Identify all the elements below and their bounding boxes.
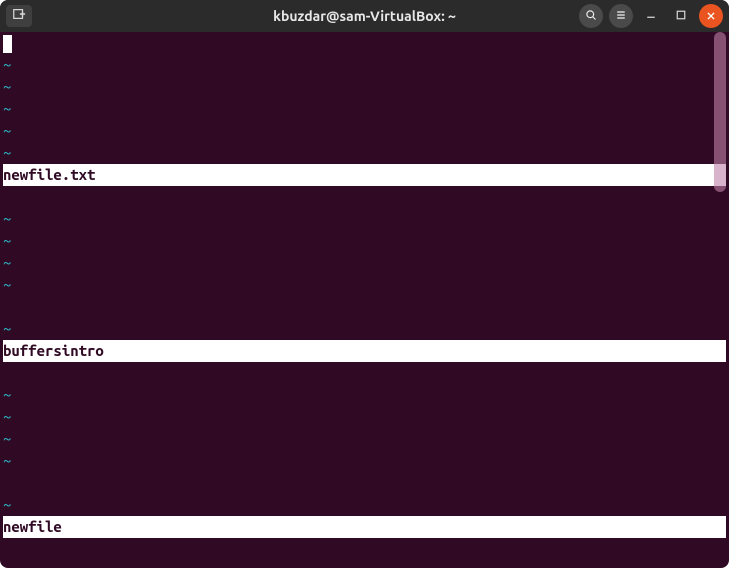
search-button[interactable] — [579, 4, 603, 28]
blank-line — [3, 296, 726, 318]
terminal-body[interactable]: ~ ~ ~ ~ ~ newfile.txt ~ ~ ~ ~ ~ buffersi… — [3, 32, 726, 565]
empty-line: ~ — [3, 428, 726, 450]
empty-line: ~ — [3, 98, 726, 120]
minimize-icon — [645, 7, 657, 25]
maximize-button[interactable] — [669, 4, 693, 28]
blank-line — [3, 186, 726, 208]
menu-button[interactable] — [609, 4, 633, 28]
empty-line: ~ — [3, 494, 726, 516]
empty-line: ~ — [3, 318, 726, 340]
pane-status-3: newfile — [3, 516, 726, 538]
empty-line: ~ — [3, 120, 726, 142]
blank-line — [3, 362, 726, 384]
empty-line: ~ — [3, 76, 726, 98]
empty-line: ~ — [3, 384, 726, 406]
pane-status-1: newfile.txt — [3, 164, 726, 186]
minimize-button[interactable] — [639, 4, 663, 28]
hamburger-icon — [615, 7, 627, 25]
titlebar-left — [6, 5, 32, 27]
terminal-content: ~ ~ ~ ~ ~ newfile.txt ~ ~ ~ ~ ~ buffersi… — [3, 32, 726, 538]
empty-line: ~ — [3, 208, 726, 230]
maximize-icon — [675, 7, 687, 25]
scrollbar[interactable] — [714, 32, 726, 565]
empty-line: ~ — [3, 54, 726, 76]
pane-status-2: buffersintro — [3, 340, 726, 362]
empty-line: ~ — [3, 406, 726, 428]
search-icon — [585, 7, 597, 25]
empty-line: ~ — [3, 450, 726, 472]
new-tab-button[interactable] — [6, 5, 32, 27]
scrollbar-thumb[interactable] — [714, 32, 726, 192]
empty-line: ~ — [3, 142, 726, 164]
close-icon — [706, 7, 716, 25]
new-tab-icon — [12, 7, 26, 25]
blank-line — [3, 472, 726, 494]
cursor-line — [3, 32, 726, 54]
empty-line: ~ — [3, 252, 726, 274]
titlebar: kbuzdar@sam-VirtualBox: ~ — [0, 0, 729, 32]
terminal-window: kbuzdar@sam-VirtualBox: ~ — [0, 0, 729, 568]
empty-line: ~ — [3, 274, 726, 296]
titlebar-right — [579, 4, 723, 28]
close-button[interactable] — [699, 4, 723, 28]
empty-line: ~ — [3, 230, 726, 252]
text-cursor — [3, 35, 12, 53]
